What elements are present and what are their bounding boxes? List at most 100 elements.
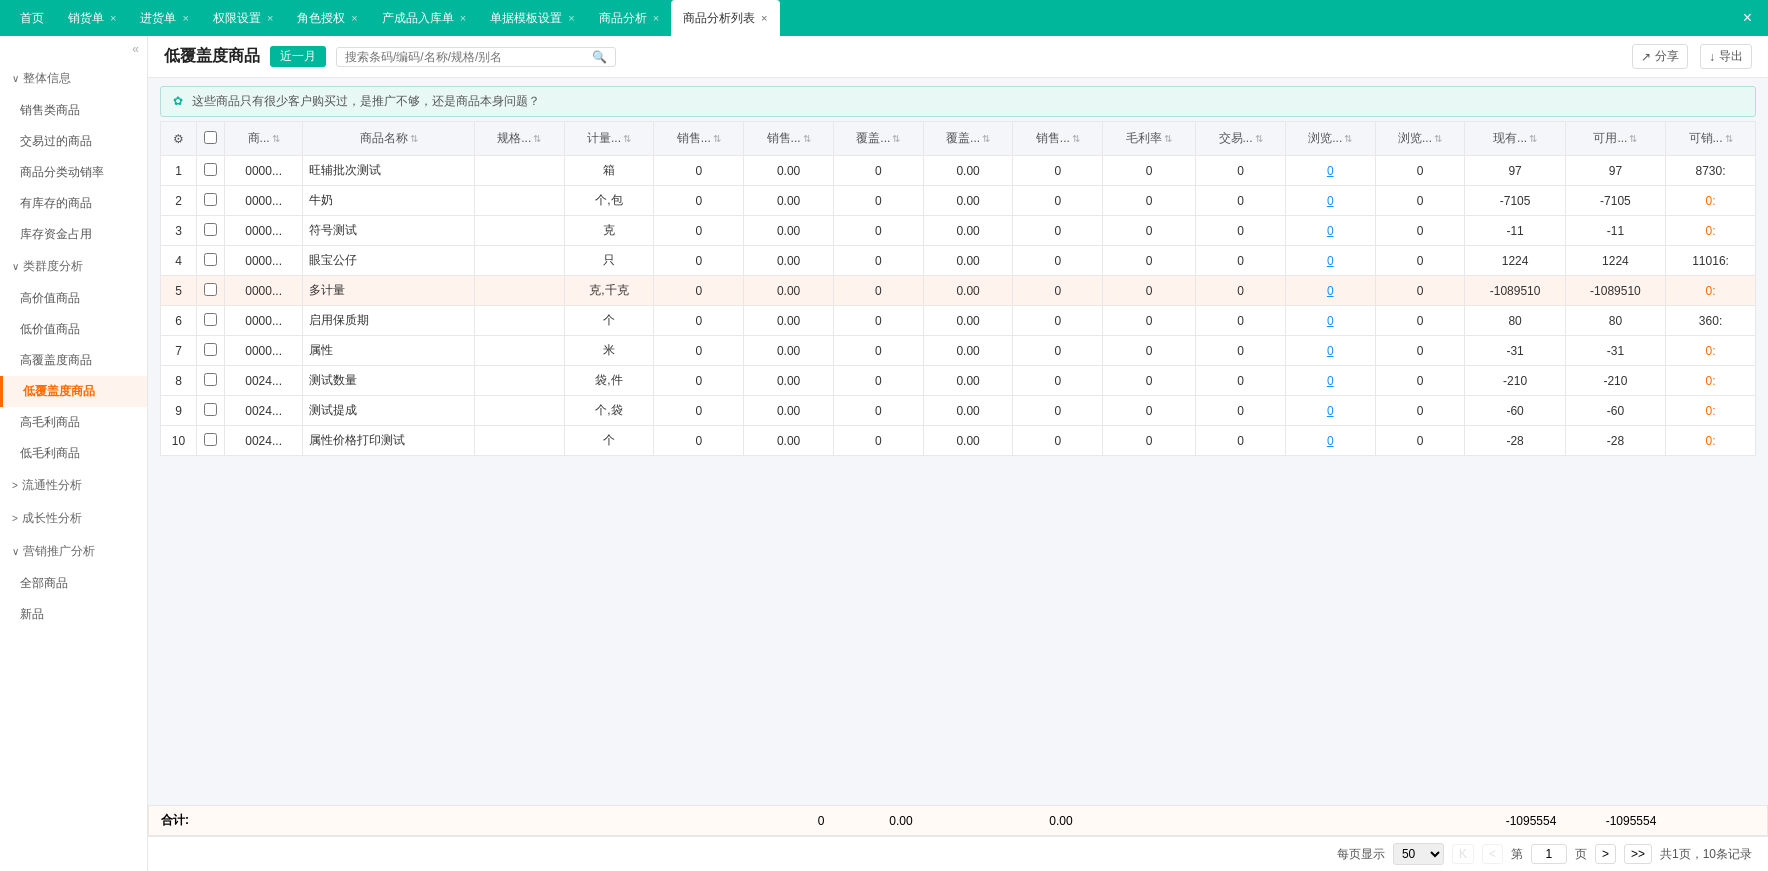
row-checkbox[interactable] bbox=[204, 373, 217, 386]
th-saleable[interactable]: 可销...⇅ bbox=[1666, 122, 1756, 156]
next-page-button[interactable]: > bbox=[1595, 844, 1616, 864]
row-checkbox[interactable] bbox=[204, 433, 217, 446]
sidebar-item-category-rate[interactable]: 商品分类动销率 bbox=[0, 157, 147, 188]
th-unit[interactable]: 计量...⇅ bbox=[564, 122, 654, 156]
sidebar-item-low-coverage[interactable]: 低覆盖度商品 bbox=[0, 376, 147, 407]
select-all-checkbox[interactable] bbox=[204, 131, 217, 144]
cell-view1[interactable]: 0 bbox=[1285, 216, 1375, 246]
th-code[interactable]: 商...⇅ bbox=[225, 122, 303, 156]
sidebar-item-stock-capital[interactable]: 库存资金占用 bbox=[0, 219, 147, 250]
cell-checkbox[interactable] bbox=[197, 246, 225, 276]
th-settings[interactable]: ⚙ bbox=[161, 122, 197, 156]
sidebar-section-cluster[interactable]: ∨ 类群度分析 bbox=[0, 250, 147, 283]
nav-item-templates[interactable]: 单据模板设置 × bbox=[478, 0, 586, 36]
nav-close-purchase[interactable]: × bbox=[182, 12, 188, 24]
nav-item-products[interactable]: 产成品入库单 × bbox=[370, 0, 478, 36]
th-sales-amt[interactable]: 销售...⇅ bbox=[744, 122, 834, 156]
nav-close-analysis-list[interactable]: × bbox=[761, 12, 767, 24]
th-cov2[interactable]: 覆盖...⇅ bbox=[923, 122, 1013, 156]
cell-checkbox[interactable] bbox=[197, 366, 225, 396]
sidebar-section-growth[interactable]: > 成长性分析 bbox=[0, 502, 147, 535]
page-size-select[interactable]: 50 20 100 bbox=[1393, 843, 1444, 865]
cell-view1[interactable]: 0 bbox=[1285, 186, 1375, 216]
row-checkbox[interactable] bbox=[204, 343, 217, 356]
cell-checkbox[interactable] bbox=[197, 336, 225, 366]
search-input[interactable] bbox=[345, 50, 588, 64]
settings-icon[interactable]: ⚙ bbox=[173, 132, 184, 146]
nav-item-home[interactable]: 首页 bbox=[8, 0, 56, 36]
cell-view1[interactable]: 0 bbox=[1285, 246, 1375, 276]
time-filter-button[interactable]: 近一月 bbox=[270, 46, 326, 67]
export-button[interactable]: ↓ 导出 bbox=[1700, 44, 1752, 69]
cell-checkbox[interactable] bbox=[197, 306, 225, 336]
window-close-button[interactable]: × bbox=[1735, 9, 1760, 27]
nav-item-analysis[interactable]: 商品分析 × bbox=[587, 0, 671, 36]
sidebar-item-low-margin[interactable]: 低毛利商品 bbox=[0, 438, 147, 469]
sidebar-section-circulation[interactable]: > 流通性分析 bbox=[0, 469, 147, 502]
sidebar-item-sales-goods[interactable]: 销售类商品 bbox=[0, 95, 147, 126]
th-gross[interactable]: 毛利率⇅ bbox=[1103, 122, 1196, 156]
share-button[interactable]: ↗ 分享 bbox=[1632, 44, 1688, 69]
row-checkbox[interactable] bbox=[204, 313, 217, 326]
row-checkbox[interactable] bbox=[204, 193, 217, 206]
cell-view1[interactable]: 0 bbox=[1285, 426, 1375, 456]
th-cov1[interactable]: 覆盖...⇅ bbox=[833, 122, 923, 156]
table-row: 3 0000... 符号测试 克 0 0.00 0 0.00 0 0 0 0 0… bbox=[161, 216, 1756, 246]
sidebar-item-high-value[interactable]: 高价值商品 bbox=[0, 283, 147, 314]
nav-item-roles[interactable]: 角色授权 × bbox=[285, 0, 369, 36]
sidebar-section-marketing[interactable]: ∨ 营销推广分析 bbox=[0, 535, 147, 568]
nav-item-purchase[interactable]: 进货单 × bbox=[128, 0, 200, 36]
search-icon[interactable]: 🔍 bbox=[592, 50, 607, 64]
cell-checkbox[interactable] bbox=[197, 276, 225, 306]
th-sales3[interactable]: 销售...⇅ bbox=[1013, 122, 1103, 156]
row-checkbox[interactable] bbox=[204, 283, 217, 296]
cell-name: 属性 bbox=[303, 336, 475, 366]
sidebar-item-high-coverage[interactable]: 高覆盖度商品 bbox=[0, 345, 147, 376]
prev-page-button[interactable]: < bbox=[1482, 844, 1503, 864]
cell-checkbox[interactable] bbox=[197, 186, 225, 216]
cell-checkbox[interactable] bbox=[197, 396, 225, 426]
th-trade[interactable]: 交易...⇅ bbox=[1196, 122, 1286, 156]
sidebar-item-all-goods[interactable]: 全部商品 bbox=[0, 568, 147, 599]
sidebar-item-stocked-goods[interactable]: 有库存的商品 bbox=[0, 188, 147, 219]
cell-view1[interactable]: 0 bbox=[1285, 396, 1375, 426]
cell-current: -210 bbox=[1465, 366, 1565, 396]
th-avail[interactable]: 可用...⇅ bbox=[1565, 122, 1665, 156]
cell-view1[interactable]: 0 bbox=[1285, 306, 1375, 336]
nav-close-analysis[interactable]: × bbox=[653, 12, 659, 24]
sidebar-item-traded-goods[interactable]: 交易过的商品 bbox=[0, 126, 147, 157]
th-sales-qty[interactable]: 销售...⇅ bbox=[654, 122, 744, 156]
nav-item-permissions[interactable]: 权限设置 × bbox=[201, 0, 285, 36]
row-checkbox[interactable] bbox=[204, 223, 217, 236]
last-page-button[interactable]: >> bbox=[1624, 844, 1652, 864]
cell-view1[interactable]: 0 bbox=[1285, 156, 1375, 186]
th-name[interactable]: 商品名称⇅ bbox=[303, 122, 475, 156]
sidebar-item-new-goods[interactable]: 新品 bbox=[0, 599, 147, 630]
th-view1[interactable]: 浏览...⇅ bbox=[1285, 122, 1375, 156]
cell-view1[interactable]: 0 bbox=[1285, 276, 1375, 306]
page-number-input[interactable] bbox=[1531, 844, 1567, 864]
sidebar-item-low-value[interactable]: 低价值商品 bbox=[0, 314, 147, 345]
cell-checkbox[interactable] bbox=[197, 156, 225, 186]
th-view2[interactable]: 浏览...⇅ bbox=[1375, 122, 1465, 156]
nav-close-roles[interactable]: × bbox=[351, 12, 357, 24]
sidebar-collapse-button[interactable]: « bbox=[0, 36, 147, 62]
cell-checkbox[interactable] bbox=[197, 216, 225, 246]
nav-close-templates[interactable]: × bbox=[568, 12, 574, 24]
sidebar-item-high-margin[interactable]: 高毛利商品 bbox=[0, 407, 147, 438]
cell-checkbox[interactable] bbox=[197, 426, 225, 456]
nav-item-sales[interactable]: 销货单 × bbox=[56, 0, 128, 36]
sidebar-section-overall[interactable]: ∨ 整体信息 bbox=[0, 62, 147, 95]
row-checkbox[interactable] bbox=[204, 403, 217, 416]
row-checkbox[interactable] bbox=[204, 253, 217, 266]
nav-close-permissions[interactable]: × bbox=[267, 12, 273, 24]
th-spec[interactable]: 规格...⇅ bbox=[474, 122, 564, 156]
nav-item-analysis-list[interactable]: 商品分析列表 × bbox=[671, 0, 779, 36]
cell-view1[interactable]: 0 bbox=[1285, 336, 1375, 366]
row-checkbox[interactable] bbox=[204, 163, 217, 176]
nav-close-sales[interactable]: × bbox=[110, 12, 116, 24]
nav-close-products[interactable]: × bbox=[460, 12, 466, 24]
th-current[interactable]: 现有...⇅ bbox=[1465, 122, 1565, 156]
cell-view1[interactable]: 0 bbox=[1285, 366, 1375, 396]
first-page-button[interactable]: K bbox=[1452, 844, 1474, 864]
